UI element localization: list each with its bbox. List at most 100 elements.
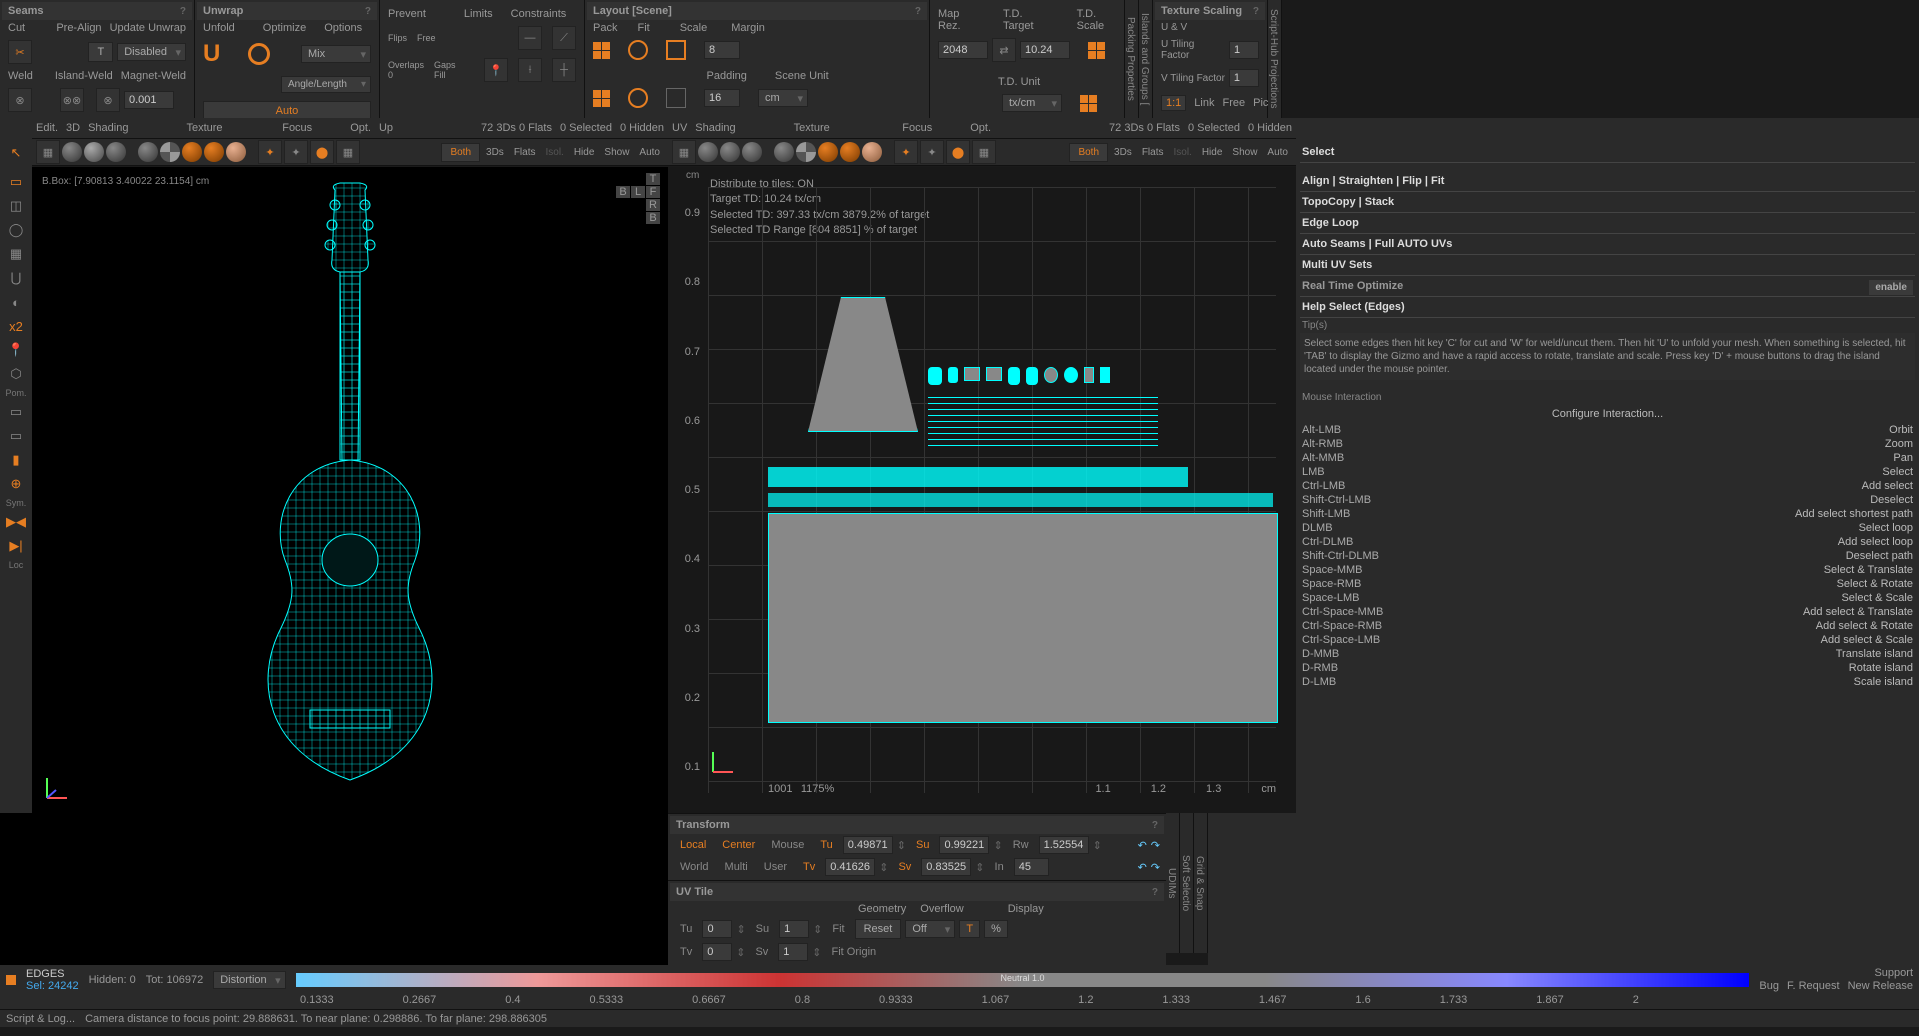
tu-input[interactable] [843, 836, 893, 854]
view-b[interactable]: B [616, 186, 630, 198]
margin-input[interactable] [704, 41, 740, 59]
mix-dropdown[interactable]: Mix [301, 45, 371, 63]
ratio-button[interactable]: 1:1 [1161, 95, 1186, 111]
scene-unit-dropdown[interactable]: cm [758, 89, 808, 107]
box-icon[interactable]: ◫ [4, 195, 28, 217]
tile-tv-input[interactable] [702, 943, 732, 961]
both-button[interactable]: Both [1069, 143, 1108, 162]
rto-header[interactable]: Real Time Optimize [1302, 280, 1403, 292]
distortion-dropdown[interactable]: Distortion [213, 971, 285, 989]
shade-wire-icon[interactable] [720, 142, 740, 162]
auto-button[interactable]: Auto [1263, 147, 1292, 158]
update-dropdown[interactable]: Disabled [117, 43, 186, 61]
tex-gray-icon[interactable] [774, 142, 794, 162]
opt2-icon[interactable]: ▦ [972, 140, 996, 164]
center-btn[interactable]: Center [716, 837, 761, 853]
constraint-t-icon[interactable]: ┼ [552, 58, 576, 82]
focus-all-icon[interactable]: ✦ [284, 140, 308, 164]
undo-icon[interactable]: ↶ [1138, 839, 1147, 852]
viewport-3d[interactable]: B.Box: [7.90813 3.40022 23.1154] cm T BL… [32, 167, 668, 813]
newrel-link[interactable]: New Release [1848, 980, 1913, 992]
flats-button[interactable]: Flats [510, 147, 540, 158]
mouse-btn[interactable]: Mouse [765, 837, 810, 853]
distortion-ruler[interactable]: Neutral 1.0 [296, 973, 1750, 987]
tile-fitorigin[interactable]: Fit Origin [826, 944, 883, 960]
vtiling-input[interactable] [1229, 69, 1259, 87]
tex-check-icon[interactable] [796, 142, 816, 162]
uv-shell[interactable] [768, 467, 1188, 487]
tex-color2-icon[interactable] [204, 142, 224, 162]
cut-icon[interactable]: ✂ [8, 40, 32, 64]
small-shells[interactable] [928, 367, 1110, 385]
flats-button[interactable]: Flats [1138, 147, 1168, 158]
auto-button[interactable]: Auto [635, 147, 664, 158]
tex-skin-icon[interactable] [226, 142, 246, 162]
viewport-uv[interactable]: Distribute to tiles: ON Target TD: 10.24… [668, 167, 1296, 813]
projections-tab[interactable]: Script-Hub Projections [1268, 0, 1282, 118]
opt-icon[interactable]: ⬤ [946, 140, 970, 164]
pct-btn[interactable]: % [984, 920, 1008, 938]
tdscale-icon[interactable] [1088, 42, 1105, 59]
tile-tu-input[interactable] [702, 920, 732, 938]
magnet-weld-icon[interactable]: ⊗ [96, 88, 120, 112]
focus-target-icon[interactable]: ✦ [894, 140, 918, 164]
magnet-weld-value[interactable] [124, 91, 174, 109]
help-icon[interactable]: ? [1253, 6, 1259, 17]
constraint-h-icon[interactable]: — [518, 26, 542, 50]
hide-button[interactable]: Hide [570, 147, 599, 158]
off-dropdown[interactable]: Off [905, 920, 955, 938]
redo-icon[interactable]: ↷ [1151, 839, 1160, 852]
shield-icon[interactable]: ⬡ [4, 363, 28, 385]
maprez-input[interactable] [938, 41, 988, 59]
tile-su-input[interactable] [779, 920, 809, 938]
configure-btn[interactable]: Configure Interaction... [1300, 405, 1915, 423]
utiling-input[interactable] [1229, 41, 1259, 59]
link-button[interactable]: Link [1194, 97, 1214, 109]
grid-icon[interactable]: ▦ [4, 243, 28, 265]
tex-gray-icon[interactable] [138, 142, 158, 162]
rect2-icon[interactable]: ▭ [4, 401, 28, 423]
sym-icon[interactable]: ▶◀ [4, 511, 28, 533]
t-btn[interactable]: T [959, 920, 980, 938]
user-btn[interactable]: User [758, 859, 793, 875]
focus-target-icon[interactable]: ✦ [258, 140, 282, 164]
mesh-icon[interactable]: ▦ [36, 140, 60, 164]
bug-link[interactable]: Bug [1759, 980, 1779, 992]
fit2-icon[interactable] [628, 88, 648, 108]
overlaps-value[interactable]: 0 [388, 70, 424, 80]
u-icon[interactable]: ⋃ [4, 267, 28, 289]
isol-button[interactable]: Isol. [541, 147, 567, 158]
focus-all-icon[interactable]: ✦ [920, 140, 944, 164]
in-input[interactable] [1014, 858, 1049, 876]
3ds-button[interactable]: 3Ds [1110, 147, 1136, 158]
tex-skin-icon[interactable] [862, 142, 882, 162]
help-header[interactable]: Help Select (Edges) [1300, 297, 1915, 318]
log-button[interactable]: Script & Log... [6, 1013, 75, 1025]
unfold-icon[interactable]: U [203, 40, 220, 68]
padding-input[interactable] [704, 89, 740, 107]
pack-icon[interactable] [593, 42, 610, 59]
constraint-v-icon[interactable]: ⟊ [518, 58, 542, 82]
enable-button[interactable]: enable [1869, 280, 1913, 295]
align-header[interactable]: Align | Straighten | Flip | Fit [1300, 171, 1915, 192]
grid-snap-tab[interactable]: Grid & Snap [1194, 813, 1208, 953]
sym2-icon[interactable]: ▶| [4, 535, 28, 557]
su-input[interactable] [939, 836, 989, 854]
help-icon[interactable]: ? [365, 6, 371, 17]
scale-icon[interactable] [666, 40, 686, 60]
shade-flat-icon[interactable] [62, 142, 82, 162]
tex-color-icon[interactable] [182, 142, 202, 162]
sv-input[interactable] [921, 858, 971, 876]
sphere-icon[interactable]: ◯ [4, 219, 28, 241]
tile-sv-input[interactable] [778, 943, 808, 961]
isol-button[interactable]: Isol. [1169, 147, 1195, 158]
topo-header[interactable]: TopoCopy | Stack [1300, 192, 1915, 213]
opt-icon[interactable]: ⬤ [310, 140, 334, 164]
show-button[interactable]: Show [1228, 147, 1261, 158]
help-icon[interactable]: ? [915, 6, 921, 17]
uv-lines[interactable] [928, 397, 1158, 447]
rect3-icon[interactable]: ▭ [4, 425, 28, 447]
udims-tab[interactable]: UDIMs [1166, 813, 1180, 953]
reset-btn[interactable]: Reset [855, 919, 902, 939]
islands-tab[interactable]: Islands and Groups [ [1139, 0, 1153, 118]
